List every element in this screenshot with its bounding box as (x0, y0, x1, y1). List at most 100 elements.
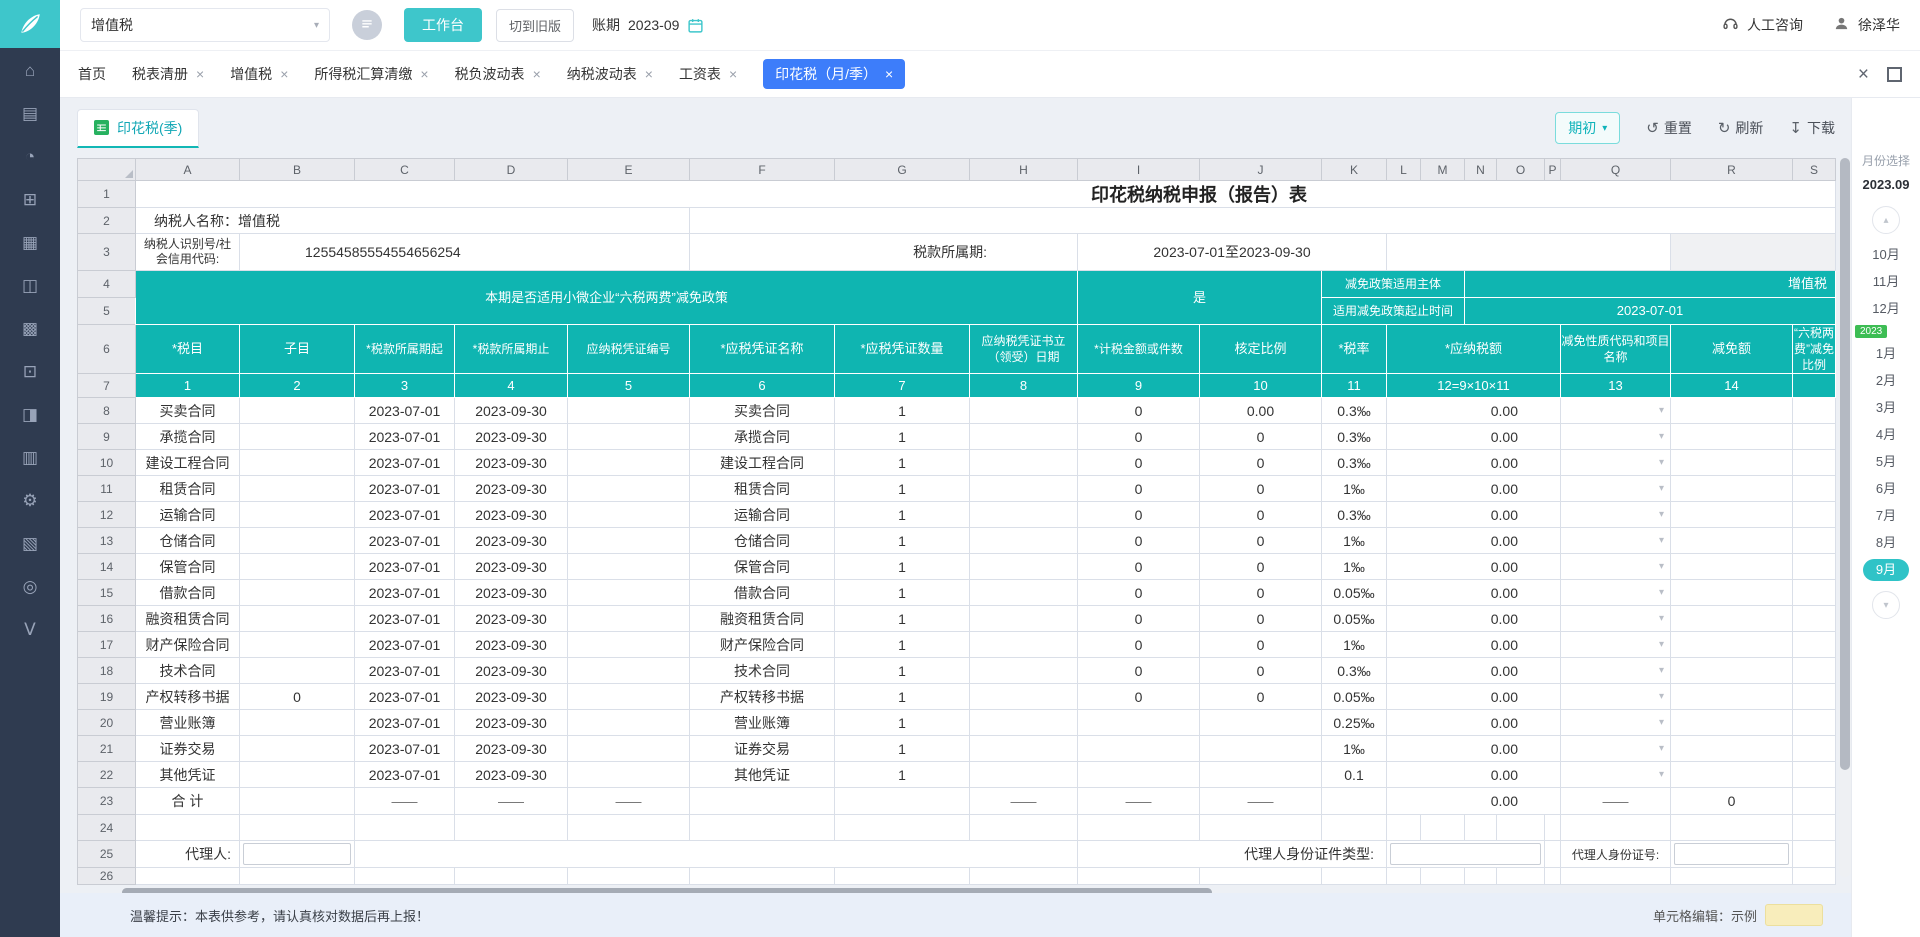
agent-id-no-cell[interactable] (1670, 840, 1793, 868)
tax-item-cell[interactable]: 建设工程合同 (135, 449, 240, 476)
cell[interactable]: 减免性质代码和项目名称 (1560, 324, 1671, 374)
cell[interactable]: 2023-09-30 (454, 579, 568, 606)
cell[interactable]: 0 (1077, 631, 1200, 658)
cell[interactable]: 2023-09-30 (454, 657, 568, 684)
cell[interactable]: 2023-09-30 (454, 449, 568, 476)
cell[interactable] (239, 709, 355, 736)
cell[interactable]: 14 (1670, 373, 1793, 398)
cell[interactable] (1792, 657, 1836, 684)
cell[interactable]: 应纳税凭证书立（领受）日期 (969, 324, 1078, 374)
cell[interactable]: —— (1199, 787, 1322, 815)
col-header-K[interactable]: K (1321, 158, 1387, 181)
cell[interactable]: 9 (1077, 373, 1200, 398)
col-header-L[interactable]: L (1386, 158, 1421, 181)
sheet-title-cell[interactable]: 印花税纳税申报（报告）表 (135, 180, 1836, 208)
cell[interactable] (567, 527, 690, 554)
dropdown-arrow-icon[interactable]: ▾ (1659, 425, 1664, 449)
home-icon[interactable]: ⌂ (18, 60, 42, 82)
cell[interactable] (1544, 867, 1561, 885)
cell[interactable] (1670, 605, 1793, 632)
row-header-20[interactable]: 20 (77, 709, 136, 736)
cell[interactable] (567, 735, 690, 762)
cell[interactable] (567, 423, 690, 450)
month-8月[interactable]: 8月 (1863, 532, 1909, 554)
col-header-O[interactable]: O (1496, 158, 1545, 181)
tax-rate-cell[interactable]: 0.3‰ (1321, 657, 1387, 684)
tax-amount-cell[interactable]: 0.00 (1386, 605, 1561, 632)
cell[interactable]: 1 (135, 373, 240, 398)
cell[interactable]: 1 (834, 657, 970, 684)
cell[interactable] (239, 814, 355, 841)
cell[interactable] (1199, 735, 1322, 762)
voucher-name-cell[interactable]: 承揽合同 (689, 423, 835, 450)
col-header-Q[interactable]: Q (1560, 158, 1671, 181)
cell[interactable]: 13 (1560, 373, 1671, 398)
username[interactable]: 徐泽华 (1858, 15, 1900, 35)
cell[interactable] (567, 449, 690, 476)
cell[interactable] (354, 814, 455, 841)
tax-item-cell[interactable]: 技术合同 (135, 657, 240, 684)
cell[interactable] (354, 867, 455, 885)
cell[interactable]: 0 (1077, 449, 1200, 476)
cell[interactable] (239, 787, 355, 815)
voucher-name-cell[interactable]: 产权转移书据 (689, 683, 835, 710)
cell[interactable] (1544, 840, 1561, 868)
row-header-5[interactable]: 5 (77, 297, 136, 325)
cell[interactable] (1420, 867, 1465, 885)
cell[interactable] (567, 683, 690, 710)
tax-item-cell[interactable]: 买卖合同 (135, 397, 240, 424)
dropdown-arrow-icon[interactable]: ▾ (1659, 711, 1664, 735)
cell[interactable]: 3 (354, 373, 455, 398)
cell[interactable] (1077, 709, 1200, 736)
cell[interactable] (969, 423, 1078, 450)
cell[interactable] (689, 814, 835, 841)
cell[interactable]: *税款所属期起 (354, 324, 455, 374)
cell[interactable]: 2023-09-30 (454, 553, 568, 580)
cell[interactable] (969, 814, 1078, 841)
cell[interactable]: 2023-09-30 (454, 735, 568, 762)
cell[interactable]: 12=9×10×11 (1386, 373, 1561, 398)
cell[interactable] (1792, 449, 1836, 476)
calendar-icon[interactable] (687, 17, 704, 34)
cell[interactable] (969, 709, 1078, 736)
period-value[interactable]: 2023-09 (628, 17, 679, 33)
cell[interactable] (239, 423, 355, 450)
row-header-9[interactable]: 9 (77, 423, 136, 450)
cell[interactable] (1496, 814, 1545, 841)
cell[interactable] (354, 840, 1078, 868)
tab-增值税[interactable]: 增值税 × (230, 59, 288, 89)
cell[interactable]: 0 (1199, 683, 1322, 710)
cell[interactable] (689, 207, 1836, 234)
cell[interactable] (834, 787, 970, 815)
row-header-19[interactable]: 19 (77, 683, 136, 710)
policy-subject-cell[interactable]: 减免政策适用主体 (1321, 270, 1465, 298)
dropdown-arrow-icon[interactable]: ▾ (1659, 451, 1664, 475)
tax-item-cell[interactable]: 保管合同 (135, 553, 240, 580)
app-logo[interactable] (0, 0, 60, 48)
cell[interactable] (567, 657, 690, 684)
taxpayer-name-cell[interactable]: 纳税人名称：增值税 (135, 207, 690, 234)
cell[interactable]: 2023-09-30 (454, 501, 568, 528)
cell[interactable] (1420, 814, 1465, 841)
close-icon[interactable]: × (280, 66, 288, 82)
row-header-24[interactable]: 24 (77, 814, 136, 841)
col-header-I[interactable]: I (1077, 158, 1200, 181)
col-header-J[interactable]: J (1199, 158, 1322, 181)
tax-rate-cell[interactable]: 0.3‰ (1321, 501, 1387, 528)
cell[interactable]: 应纳税凭证编号 (567, 324, 690, 374)
cell[interactable] (1077, 735, 1200, 762)
cell[interactable] (239, 553, 355, 580)
cell[interactable]: 1 (834, 631, 970, 658)
cell[interactable]: *税款所属期止 (454, 324, 568, 374)
cell[interactable] (1792, 631, 1836, 658)
cell[interactable] (1199, 814, 1322, 841)
cell[interactable] (239, 449, 355, 476)
row-header-2[interactable]: 2 (77, 207, 136, 234)
vip-icon[interactable]: Ⅴ (18, 619, 42, 641)
cell[interactable]: 7 (834, 373, 970, 398)
analytics-icon[interactable]: ◔ (18, 146, 42, 168)
cell[interactable] (1321, 787, 1387, 815)
cell[interactable] (1792, 475, 1836, 502)
cell[interactable]: 1 (834, 527, 970, 554)
cell[interactable]: 1 (834, 423, 970, 450)
